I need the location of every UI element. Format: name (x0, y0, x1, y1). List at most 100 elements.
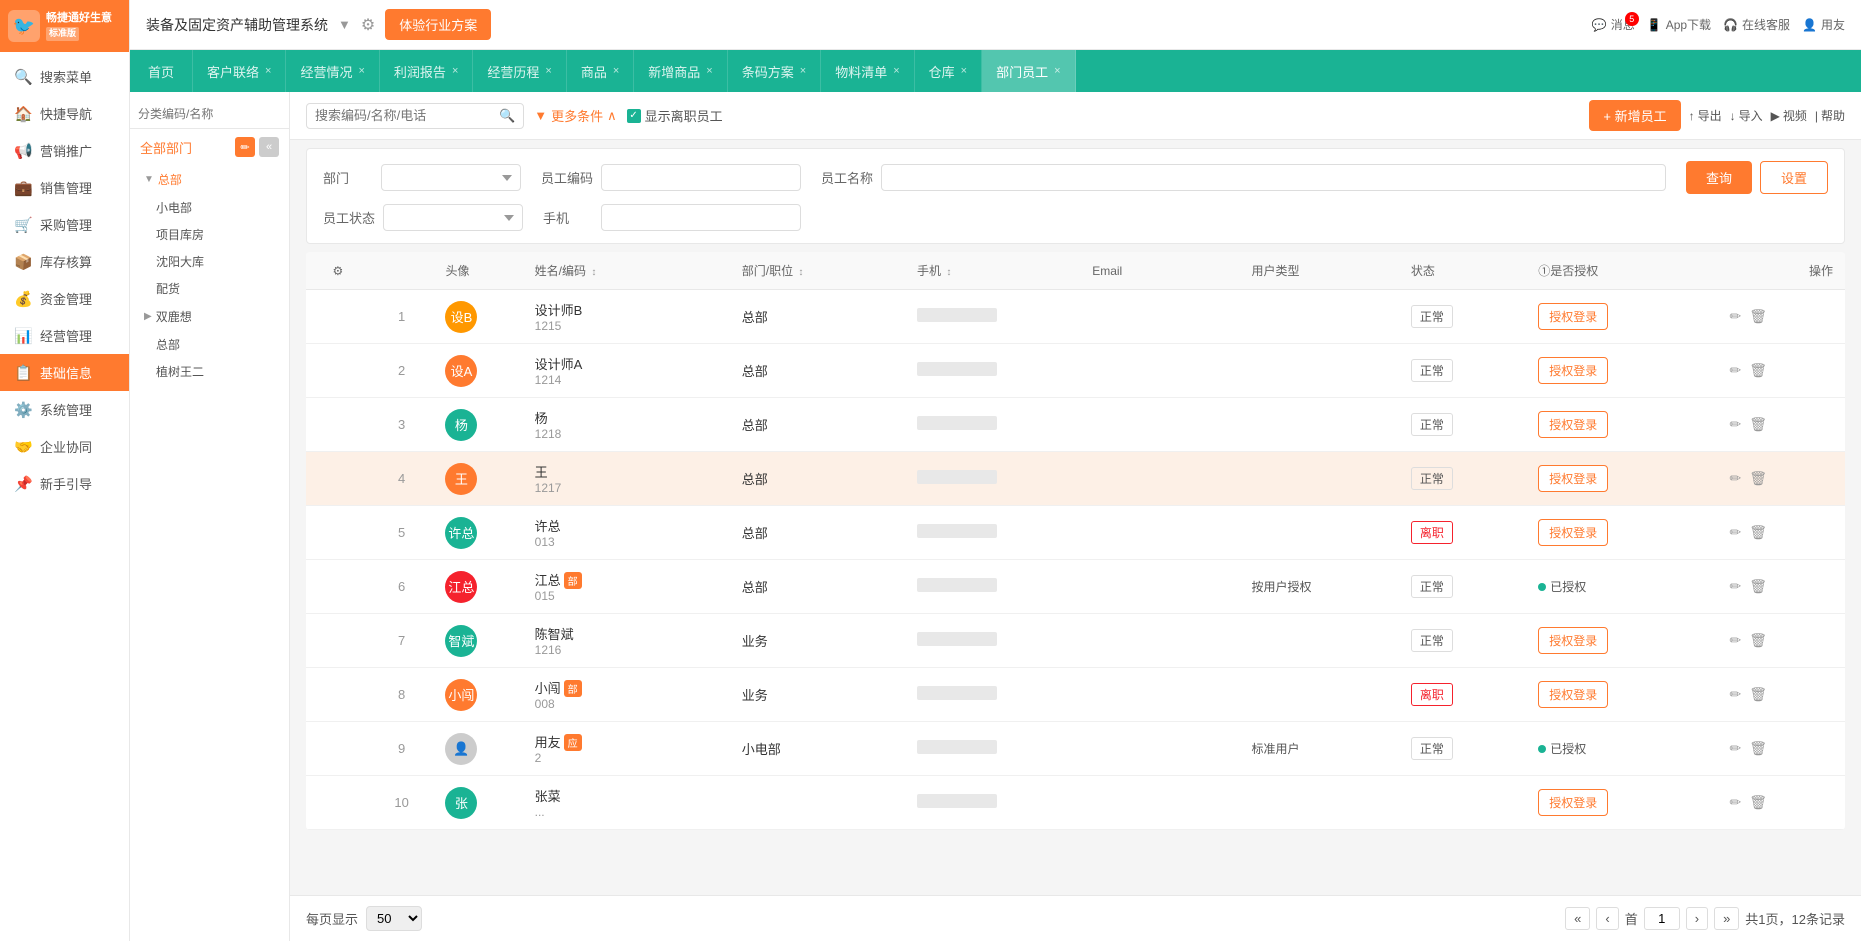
tab-close-material[interactable]: × (893, 65, 899, 77)
add-dept-icon[interactable]: ✏ (235, 137, 255, 157)
next-page-button[interactable]: › (1686, 907, 1708, 930)
sidebar-item-inventory[interactable]: 📦库存核算 (0, 243, 129, 280)
dept-child-shenyang[interactable]: 沈阳大库 (130, 248, 289, 275)
auth-button-7[interactable]: 授权登录 (1538, 627, 1608, 654)
edit-button-5[interactable]: ✏ (1729, 524, 1741, 541)
tab-close-business[interactable]: × (358, 65, 364, 77)
more-filter-btn[interactable]: ▼ 更多条件 ∧ (534, 106, 616, 125)
reset-button[interactable]: 设置 (1760, 161, 1828, 194)
tab-process[interactable]: 经营历程× (473, 50, 566, 92)
user-btn[interactable]: 👤 用友 (1802, 16, 1845, 33)
export-button[interactable]: ↑ 导出 (1689, 107, 1722, 124)
col-name[interactable]: 姓名/编码 ↕ (523, 252, 730, 290)
view-button[interactable]: ▶ 视频 (1771, 107, 1807, 124)
sidebar-item-purchase[interactable]: 🛒采购管理 (0, 206, 129, 243)
first-page-button[interactable]: « (1565, 907, 1590, 930)
col-setting[interactable]: ⚙ (306, 252, 370, 290)
edit-button-3[interactable]: ✏ (1729, 416, 1741, 433)
tab-business[interactable]: 经营情况× (286, 50, 379, 92)
message-btn[interactable]: 💬 5 消息 (1592, 16, 1635, 33)
tab-material[interactable]: 物料清单× (821, 50, 914, 92)
auth-button-3[interactable]: 授权登录 (1538, 411, 1608, 438)
tab-close-customer[interactable]: × (265, 65, 271, 77)
delete-button-10[interactable]: 🗑 (1749, 794, 1767, 811)
sidebar-item-quicknav[interactable]: 🏠快捷导航 (0, 95, 129, 132)
sidebar-item-search[interactable]: 🔍搜索菜单 (0, 58, 129, 95)
import-button[interactable]: ↓ 导入 (1730, 107, 1763, 124)
dept-child-small-elec[interactable]: 小电部 (130, 194, 289, 221)
auth-button-8[interactable]: 授权登录 (1538, 681, 1608, 708)
edit-button-6[interactable]: ✏ (1729, 578, 1741, 595)
delete-button-4[interactable]: 🗑 (1749, 470, 1767, 487)
emp-name-input[interactable] (881, 164, 1666, 191)
prev-page-button[interactable]: ‹ (1596, 907, 1618, 930)
sidebar-item-collab[interactable]: 🤝企业协同 (0, 428, 129, 465)
search-input[interactable] (315, 108, 495, 123)
cell-auth-4[interactable]: 授权登录 (1526, 452, 1717, 506)
cell-auth-8[interactable]: 授权登录 (1526, 668, 1717, 722)
phone-filter-input[interactable] (601, 204, 801, 231)
auth-button-4[interactable]: 授权登录 (1538, 465, 1608, 492)
tab-dept[interactable]: 部门员工× (982, 50, 1075, 92)
dept-child-planting[interactable]: 植树王二 (130, 358, 289, 385)
dept-node-hq[interactable]: ▼ 总部 (130, 165, 289, 194)
last-page-button[interactable]: » (1714, 907, 1739, 930)
cell-auth-10[interactable]: 授权登录 (1526, 776, 1717, 830)
tab-profit[interactable]: 利润报告× (380, 50, 473, 92)
app-download-btn[interactable]: 📱 App下载 (1647, 16, 1711, 33)
auth-button-1[interactable]: 授权登录 (1538, 303, 1608, 330)
collapse-icon[interactable]: « (259, 137, 279, 157)
tab-barcode[interactable]: 条码方案× (728, 50, 821, 92)
page-size-select[interactable]: 50 100 (366, 906, 422, 931)
delete-button-3[interactable]: 🗑 (1749, 416, 1767, 433)
sidebar-item-finance[interactable]: 💰资金管理 (0, 280, 129, 317)
emp-code-input[interactable] (601, 164, 801, 191)
tab-close-warehouse[interactable]: × (961, 65, 967, 77)
dept-child-project[interactable]: 项目库房 (130, 221, 289, 248)
col-dept[interactable]: 部门/职位 ↕ (730, 252, 905, 290)
status-filter-select[interactable] (383, 204, 523, 231)
dept-child-dispatch[interactable]: 配货 (130, 275, 289, 302)
tab-close-barcode[interactable]: × (800, 65, 806, 77)
tab-close-profit[interactable]: × (452, 65, 458, 77)
edit-button-8[interactable]: ✏ (1729, 686, 1741, 703)
edit-button-10[interactable]: ✏ (1729, 794, 1741, 811)
search-icon[interactable]: 🔍 (499, 108, 515, 124)
tab-home[interactable]: 首页 (130, 50, 193, 92)
edit-button-2[interactable]: ✏ (1729, 362, 1741, 379)
dept-filter-select[interactable] (381, 164, 521, 191)
dept-child-hq2[interactable]: 总部 (130, 331, 289, 358)
tab-newgoods[interactable]: 新增商品× (634, 50, 727, 92)
tab-close-newgoods[interactable]: × (706, 65, 712, 77)
col-phone[interactable]: 手机 ↕ (905, 252, 1080, 290)
sidebar-item-sales[interactable]: 💼销售管理 (0, 169, 129, 206)
auth-button-10[interactable]: 授权登录 (1538, 789, 1608, 816)
tab-warehouse[interactable]: 仓库× (915, 50, 982, 92)
page-number-input[interactable] (1644, 907, 1680, 930)
sidebar-item-marketing[interactable]: 📢营销推广 (0, 132, 129, 169)
delete-button-1[interactable]: 🗑 (1749, 308, 1767, 325)
auth-button-5[interactable]: 授权登录 (1538, 519, 1608, 546)
delete-button-9[interactable]: 🗑 (1749, 740, 1767, 757)
query-button[interactable]: 查询 (1686, 161, 1752, 194)
sidebar-item-operations[interactable]: 📊经营管理 (0, 317, 129, 354)
sidebar-item-basic[interactable]: 📋基础信息 (0, 354, 129, 391)
edit-button-1[interactable]: ✏ (1729, 308, 1741, 325)
dept-search-input[interactable] (138, 107, 290, 121)
cell-auth-7[interactable]: 授权登录 (1526, 614, 1717, 668)
tab-goods[interactable]: 商品× (567, 50, 634, 92)
tab-close-process[interactable]: × (545, 65, 551, 77)
settings-icon[interactable]: ⚙ (361, 15, 375, 35)
edit-button-4[interactable]: ✏ (1729, 470, 1741, 487)
show-resigned-toggle[interactable]: ✓ 显示离职员工 (627, 106, 723, 125)
auth-button-2[interactable]: 授权登录 (1538, 357, 1608, 384)
online-service-btn[interactable]: 🎧 在线客服 (1723, 16, 1790, 33)
cell-auth-1[interactable]: 授权登录 (1526, 290, 1717, 344)
delete-button-6[interactable]: 🗑 (1749, 578, 1767, 595)
delete-button-8[interactable]: 🗑 (1749, 686, 1767, 703)
cell-auth-2[interactable]: 授权登录 (1526, 344, 1717, 398)
add-employee-button[interactable]: + 新增员工 (1589, 100, 1680, 131)
dropdown-icon[interactable]: ▼ (338, 17, 351, 32)
tab-close-dept[interactable]: × (1054, 65, 1060, 77)
tab-customer[interactable]: 客户联络× (193, 50, 286, 92)
